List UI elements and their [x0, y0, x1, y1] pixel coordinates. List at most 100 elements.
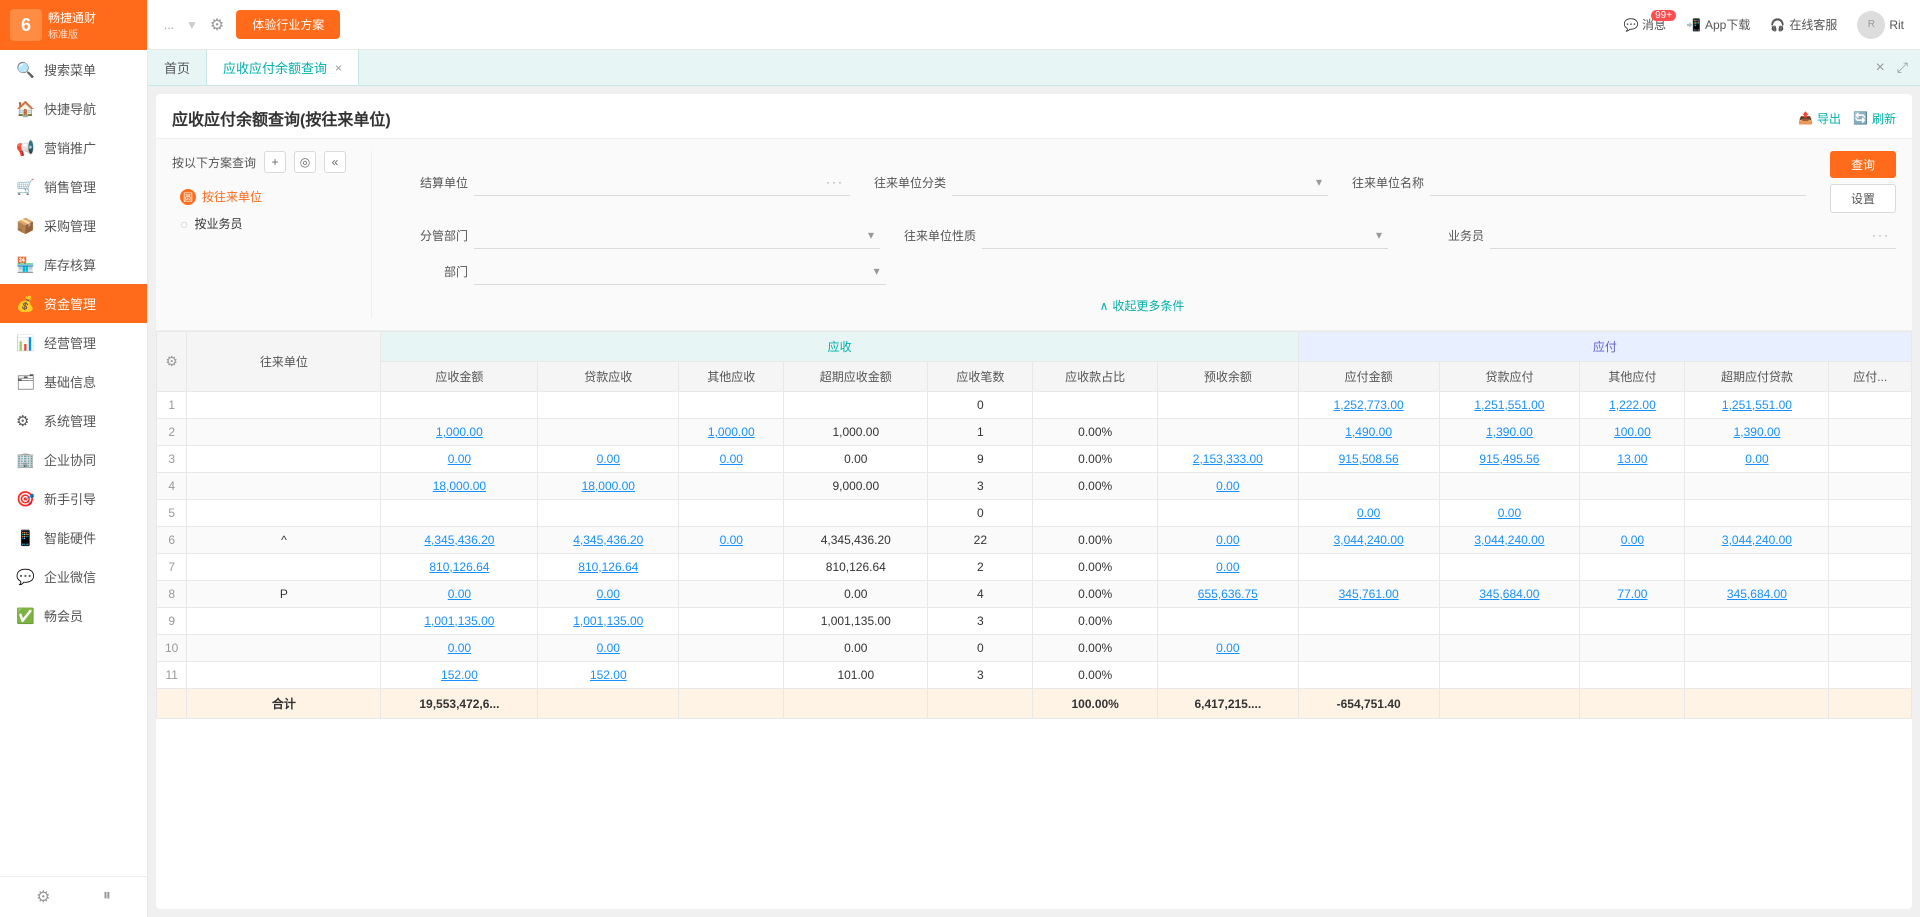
- salesperson-dots[interactable]: ···: [1872, 228, 1890, 242]
- sidebar-item-label: 资金管理: [44, 294, 96, 313]
- row-overdue-pay[interactable]: 1,251,551.00: [1685, 392, 1829, 419]
- sidebar-item-guide[interactable]: 🎯 新手引导: [0, 479, 147, 518]
- row-other-pay[interactable]: 13.00: [1580, 446, 1685, 473]
- row-other-recv[interactable]: 0.00: [679, 527, 784, 554]
- row-receivable[interactable]: 1,001,135.00: [381, 608, 538, 635]
- department-input[interactable]: ▾: [474, 257, 886, 285]
- row-other-pay[interactable]: 0.00: [1580, 527, 1685, 554]
- row-receivable[interactable]: 1,000.00: [381, 419, 538, 446]
- settings-button[interactable]: 设置: [1830, 184, 1896, 213]
- sidebar-item-nav[interactable]: 🏠 快捷导航: [0, 89, 147, 128]
- row-overdue-pay[interactable]: 0.00: [1685, 446, 1829, 473]
- row-loan-recv: [538, 392, 679, 419]
- row-prepay[interactable]: 655,636.75: [1157, 581, 1298, 608]
- row-receivable[interactable]: 0.00: [381, 446, 538, 473]
- add-filter-button[interactable]: +: [264, 151, 286, 173]
- row-receivable[interactable]: 18,000.00: [381, 473, 538, 500]
- row-payable[interactable]: 0.00: [1298, 500, 1439, 527]
- row-loan-recv[interactable]: 152.00: [538, 662, 679, 689]
- sidebar-item-operations[interactable]: 📊 经营管理: [0, 323, 147, 362]
- collapse-more-button[interactable]: ∧ 收起更多条件: [388, 293, 1896, 318]
- partner-category-input[interactable]: ▾: [952, 168, 1328, 196]
- row-loan-recv[interactable]: 810,126.64: [538, 554, 679, 581]
- export-button[interactable]: 📤 导出: [1798, 110, 1841, 127]
- row-loan-pay[interactable]: 1,390.00: [1439, 419, 1580, 446]
- row-loan-recv[interactable]: 0.00: [538, 581, 679, 608]
- row-receivable[interactable]: 4,345,436.20: [381, 527, 538, 554]
- sidebar-item-sales[interactable]: 🛒 销售管理: [0, 167, 147, 206]
- dept-head-input[interactable]: ▾: [474, 221, 880, 249]
- row-loan-pay[interactable]: 345,684.00: [1439, 581, 1580, 608]
- row-overdue-pay[interactable]: 345,684.00: [1685, 581, 1829, 608]
- sidebar-item-inventory[interactable]: 🏪 库存核算: [0, 245, 147, 284]
- row-other-recv[interactable]: 1,000.00: [679, 419, 784, 446]
- row-other-pay[interactable]: 1,222.00: [1580, 392, 1685, 419]
- sidebar-item-basic[interactable]: 🗂 基础信息: [0, 362, 147, 401]
- sidebar-item-hardware[interactable]: 📱 智能硬件: [0, 518, 147, 557]
- row-payable[interactable]: 3,044,240.00: [1298, 527, 1439, 554]
- sidebar-item-enterprise[interactable]: 🏢 企业协同: [0, 440, 147, 479]
- row-receivable[interactable]: 152.00: [381, 662, 538, 689]
- sidebar-item-purchase[interactable]: 📦 采购管理: [0, 206, 147, 245]
- row-overdue-pay[interactable]: 3,044,240.00: [1685, 527, 1829, 554]
- row-receivable[interactable]: 0.00: [381, 581, 538, 608]
- row-payable[interactable]: 915,508.56: [1298, 446, 1439, 473]
- table-gear-icon[interactable]: ⚙: [165, 353, 178, 369]
- refresh-button[interactable]: 🔄 刷新: [1853, 110, 1896, 127]
- row-loan-pay[interactable]: 0.00: [1439, 500, 1580, 527]
- window-close-icon[interactable]: ×: [1875, 59, 1884, 77]
- row-overdue-pay[interactable]: 1,390.00: [1685, 419, 1829, 446]
- row-payable[interactable]: 1,252,773.00: [1298, 392, 1439, 419]
- filter-settings-button[interactable]: ◎: [294, 151, 316, 173]
- row-prepay[interactable]: 0.00: [1157, 635, 1298, 662]
- row-loan-pay[interactable]: 1,251,551.00: [1439, 392, 1580, 419]
- tab-query[interactable]: 应收应付余额查询 ×: [207, 50, 359, 85]
- filter-collapse-button[interactable]: «: [324, 151, 346, 173]
- sidebar-item-finance[interactable]: 💰 资金管理: [0, 284, 147, 323]
- page-container: 应收应付余额查询(按往来单位) 📤 导出 🔄 刷新 按以下方案查询: [156, 94, 1912, 909]
- sidebar-item-system[interactable]: ⚙ 系统管理: [0, 401, 147, 440]
- row-pay-suffix: [1829, 392, 1912, 419]
- app-download-button[interactable]: 📲 App下载: [1686, 16, 1750, 33]
- sidebar-item-search[interactable]: 🔍 搜索菜单: [0, 50, 147, 89]
- row-loan-recv[interactable]: 18,000.00: [538, 473, 679, 500]
- collapse-icon[interactable]: ⏸: [103, 887, 111, 907]
- filter-by-salesperson[interactable]: ○ 按业务员: [172, 210, 361, 237]
- online-service-button[interactable]: 🎧 在线客服: [1770, 16, 1837, 33]
- solution-button[interactable]: 体验行业方案: [236, 10, 340, 39]
- settlement-unit-dots[interactable]: ···: [826, 175, 844, 189]
- row-loan-recv[interactable]: 1,001,135.00: [538, 608, 679, 635]
- row-prepay[interactable]: 0.00: [1157, 527, 1298, 554]
- row-payable[interactable]: 345,761.00: [1298, 581, 1439, 608]
- settlement-unit-input[interactable]: ···: [474, 168, 850, 196]
- filter-by-partner[interactable]: 圆 按往来单位: [172, 183, 361, 210]
- salesperson-input[interactable]: ···: [1490, 221, 1896, 249]
- row-other-recv[interactable]: 0.00: [679, 446, 784, 473]
- tab-close-icon[interactable]: ×: [335, 61, 342, 75]
- row-loan-recv[interactable]: 4,345,436.20: [538, 527, 679, 554]
- row-other-pay[interactable]: 100.00: [1580, 419, 1685, 446]
- row-payable[interactable]: 1,490.00: [1298, 419, 1439, 446]
- row-loan-pay[interactable]: 915,495.56: [1439, 446, 1580, 473]
- row-prepay[interactable]: 2,153,333.00: [1157, 446, 1298, 473]
- row-loan-pay[interactable]: 3,044,240.00: [1439, 527, 1580, 554]
- tab-home[interactable]: 首页: [148, 50, 207, 85]
- row-receivable[interactable]: 810,126.64: [381, 554, 538, 581]
- row-prepay[interactable]: 0.00: [1157, 473, 1298, 500]
- partner-nature-input[interactable]: ▾: [982, 221, 1388, 249]
- row-prepay[interactable]: 0.00: [1157, 554, 1298, 581]
- row-loan-recv[interactable]: 0.00: [538, 446, 679, 473]
- window-expand-icon[interactable]: ⤢: [1897, 59, 1908, 76]
- notification-button[interactable]: 💬 消息 99+: [1624, 16, 1666, 33]
- settings-bottom-icon[interactable]: ⚙: [36, 887, 50, 907]
- row-receivable[interactable]: 0.00: [381, 635, 538, 662]
- partner-name-input[interactable]: [1430, 168, 1806, 196]
- sidebar-item-member[interactable]: ✅ 畅会员: [0, 596, 147, 635]
- row-other-pay[interactable]: 77.00: [1580, 581, 1685, 608]
- user-profile[interactable]: R Rit: [1857, 11, 1904, 39]
- sidebar-item-marketing[interactable]: 📢 营销推广: [0, 128, 147, 167]
- row-loan-recv[interactable]: 0.00: [538, 635, 679, 662]
- gear-icon[interactable]: ⚙: [210, 15, 224, 35]
- sidebar-item-wechat[interactable]: 💬 企业微信: [0, 557, 147, 596]
- query-button[interactable]: 查询: [1830, 151, 1896, 178]
